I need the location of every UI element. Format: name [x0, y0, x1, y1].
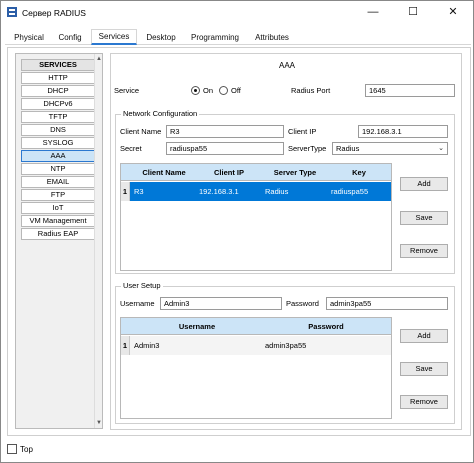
sidebar-item-tftp[interactable]: TFTP: [21, 111, 95, 123]
sidebar-item-dhcpv6[interactable]: DHCPv6: [21, 98, 95, 110]
sidebar-item-iot[interactable]: IoT: [21, 202, 95, 214]
table-row[interactable]: 1 Admin3 admin3pa55: [121, 336, 391, 355]
services-sidebar: SERVICES HTTP DHCP DHCPv6 TFTP DNS SYSLO…: [15, 53, 103, 429]
cell-username: Admin3: [134, 341, 160, 350]
sidebar-item-vm-management[interactable]: VM Management: [21, 215, 95, 227]
maximize-button[interactable]: ☐: [393, 1, 433, 23]
sidebar-scrollbar[interactable]: ▲ ▼: [94, 54, 102, 428]
title-bar: Сервер RADIUS — ☐ ✕: [1, 1, 473, 25]
cell-password: admin3pa55: [265, 341, 307, 350]
client-name-label: Client Name: [120, 127, 162, 136]
sidebar-item-ntp[interactable]: NTP: [21, 163, 95, 175]
sidebar-header: SERVICES: [21, 59, 95, 71]
sidebar-item-ftp[interactable]: FTP: [21, 189, 95, 201]
minimize-button[interactable]: —: [353, 1, 393, 23]
sidebar-item-radius-eap[interactable]: Radius EAP: [21, 228, 95, 240]
secret-field[interactable]: radiuspa55: [166, 142, 284, 155]
sidebar-item-email[interactable]: EMAIL: [21, 176, 95, 188]
column-header-client-name: Client Name: [142, 168, 186, 177]
username-field[interactable]: Admin3: [160, 297, 282, 310]
server-type-label: ServerType: [288, 144, 327, 153]
top-label: Top: [20, 445, 33, 454]
server-type-select[interactable]: Radius ⌄: [332, 142, 448, 155]
column-header-key: Key: [352, 168, 366, 177]
user-setup-legend: User Setup: [121, 281, 163, 290]
aaa-panel: AAA Service On Off Radius Port 1645 Netw…: [110, 53, 462, 430]
network-config-group: Network Configuration Client Name R3 Cli…: [115, 109, 455, 274]
server-type-value: Radius: [336, 144, 360, 153]
table-row[interactable]: 1 R3 192.168.3.1 Radius radiuspa55: [121, 182, 391, 201]
sidebar-item-http[interactable]: HTTP: [21, 72, 95, 84]
tab-attributes[interactable]: Attributes: [249, 31, 295, 45]
services-content: SERVICES HTTP DHCP DHCPv6 TFTP DNS SYSLO…: [7, 47, 471, 436]
cell-server-type: Radius: [265, 187, 289, 196]
radius-port-label: Radius Port: [291, 86, 331, 95]
sidebar-item-dhcp[interactable]: DHCP: [21, 85, 95, 97]
add-client-button[interactable]: Add: [400, 177, 448, 191]
tab-programming[interactable]: Programming: [187, 31, 243, 45]
close-button[interactable]: ✕: [433, 1, 473, 23]
username-label: Username: [120, 299, 155, 308]
radius-server-window: Сервер RADIUS — ☐ ✕ Physical Config Serv…: [0, 0, 474, 463]
sidebar-item-dns[interactable]: DNS: [21, 124, 95, 136]
server-app-icon: [7, 7, 17, 17]
footer-bar: [1, 440, 473, 462]
users-table: Username Password 1 Admin3 admin3pa55: [120, 317, 392, 419]
clients-table: Client Name Client IP Server Type Key 1 …: [120, 163, 392, 271]
service-label: Service: [114, 86, 140, 95]
service-on-radio[interactable]: [191, 86, 200, 95]
network-config-legend: Network Configuration: [121, 109, 200, 118]
column-header-username: Username: [178, 322, 216, 331]
tab-bar: Physical Config Services Desktop Program…: [5, 29, 471, 45]
save-user-button[interactable]: Save: [400, 362, 448, 376]
remove-user-button[interactable]: Remove: [400, 395, 448, 409]
radius-port-field[interactable]: 1645: [365, 84, 455, 97]
client-ip-label: Client IP: [288, 127, 317, 136]
window-title: Сервер RADIUS: [22, 8, 86, 18]
sidebar-item-aaa[interactable]: AAA: [21, 150, 95, 162]
save-client-button[interactable]: Save: [400, 211, 448, 225]
column-header-password: Password: [308, 322, 344, 331]
sidebar-item-syslog[interactable]: SYSLOG: [21, 137, 95, 149]
add-user-button[interactable]: Add: [400, 329, 448, 343]
column-header-server-type: Server Type: [273, 168, 317, 177]
client-ip-field[interactable]: 192.168.3.1: [358, 125, 448, 138]
remove-client-button[interactable]: Remove: [400, 244, 448, 258]
users-table-header: Username Password: [121, 318, 391, 335]
password-label: Password: [286, 299, 319, 308]
row-number: 1: [121, 182, 130, 201]
secret-label: Secret: [120, 144, 142, 153]
row-number: 1: [121, 336, 130, 355]
service-on-label: On: [203, 86, 214, 95]
user-setup-group: User Setup Username Admin3 Password admi…: [115, 281, 455, 424]
tab-physical[interactable]: Physical: [9, 31, 49, 45]
cell-client-ip: 192.168.3.1: [199, 187, 239, 196]
panel-title: AAA: [278, 61, 295, 70]
column-header-client-ip: Client IP: [213, 168, 244, 177]
service-off-label: Off: [231, 86, 241, 95]
tab-desktop[interactable]: Desktop: [141, 31, 181, 45]
client-name-field[interactable]: R3: [166, 125, 284, 138]
service-off-radio[interactable]: [219, 86, 228, 95]
top-checkbox[interactable]: [7, 444, 17, 454]
cell-client-name: R3: [134, 187, 144, 196]
tab-services[interactable]: Services: [91, 29, 137, 45]
clients-table-header: Client Name Client IP Server Type Key: [121, 164, 391, 181]
cell-key: radiuspa55: [331, 187, 369, 196]
tab-config[interactable]: Config: [53, 31, 87, 45]
chevron-down-icon: ⌄: [438, 145, 444, 152]
scroll-down-icon[interactable]: ▼: [96, 420, 102, 426]
password-field[interactable]: admin3pa55: [326, 297, 448, 310]
scroll-up-icon[interactable]: ▲: [96, 56, 102, 62]
